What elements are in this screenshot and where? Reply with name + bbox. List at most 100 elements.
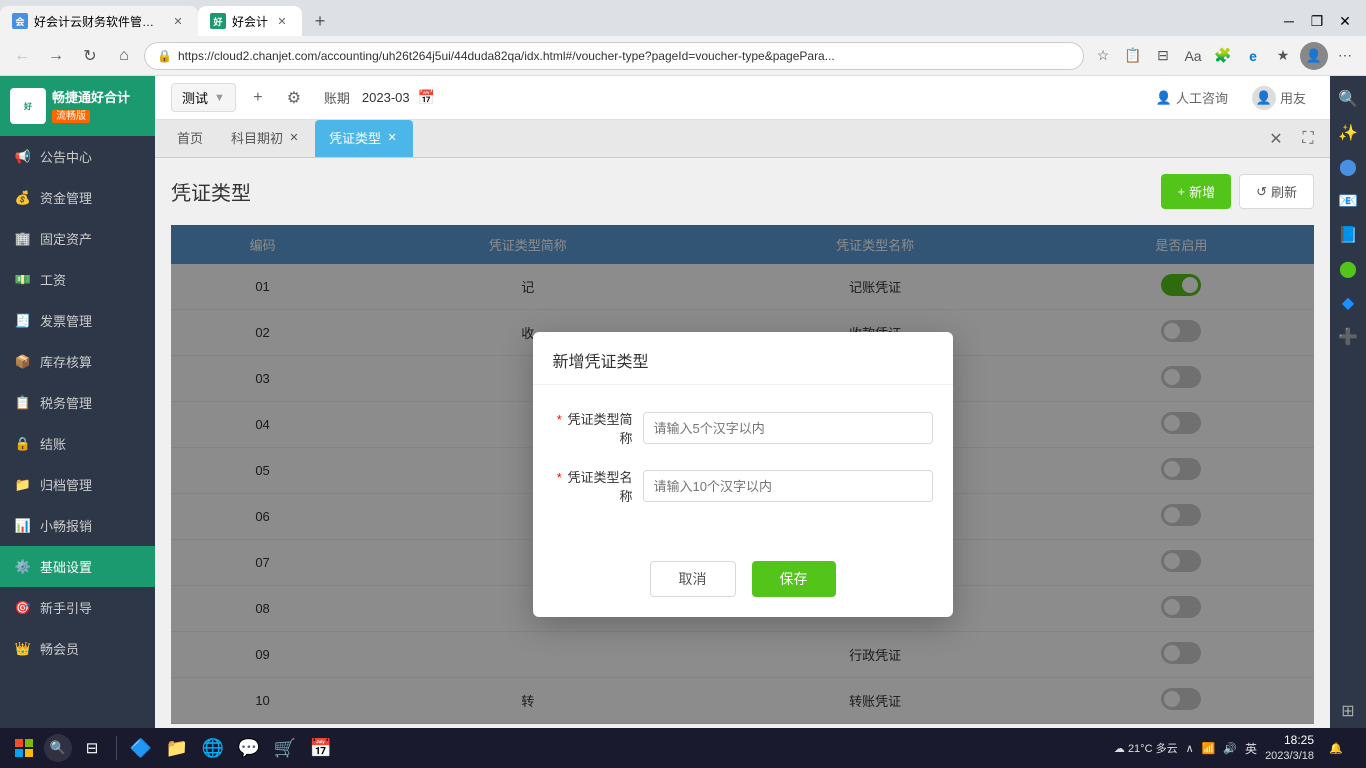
home-button[interactable]: ⌂ (110, 42, 138, 70)
sidebar-item-announcement[interactable]: 📢 公告中心 (0, 136, 155, 177)
sidebar-item-inventory[interactable]: 📦 库存核算 (0, 341, 155, 382)
fixed-assets-icon: 🏢 (14, 230, 32, 248)
tab-expand-button[interactable]: ⛶ (1294, 125, 1322, 153)
rp-green-button[interactable]: ⬤ (1333, 254, 1363, 284)
tab-minimize-button[interactable]: ✕ (1262, 125, 1290, 153)
sidebar-item-fixed-assets[interactable]: 🏢 固定资产 (0, 218, 155, 259)
start-button[interactable] (8, 732, 40, 764)
rp-circle-button[interactable]: ⬤ (1333, 152, 1363, 182)
support-button[interactable]: 👤 人工咨询 (1148, 84, 1236, 111)
name-form-row: * 凭证类型名称 (553, 467, 933, 505)
rp-diamond-button[interactable]: ◆ (1333, 288, 1363, 318)
closing-icon: 🔒 (14, 435, 32, 453)
restore-button[interactable]: ❐ (1304, 8, 1330, 34)
sidebar-item-archive[interactable]: 📁 归档管理 (0, 464, 155, 505)
new-voucher-type-button[interactable]: + 新增 (1161, 174, 1231, 209)
sidebar-item-member[interactable]: 👑 畅会员 (0, 628, 155, 669)
period-calendar-icon[interactable]: 📅 (418, 89, 435, 106)
taskbar-edge-button[interactable]: 🔷 (125, 732, 157, 764)
notification-button[interactable]: 🔔 (1322, 734, 1350, 762)
back-button[interactable]: ← (8, 42, 36, 70)
user-avatar: 👤 (1252, 86, 1276, 110)
sidebar-logo: 好 畅捷通好合计 流畅版 (0, 76, 155, 136)
modal-dialog: 新增凭证类型 * 凭证类型简称 (533, 332, 953, 617)
profile-button[interactable]: 👤 (1300, 42, 1328, 70)
browser-tab-1-close[interactable]: ✕ (170, 13, 186, 29)
rp-add-button[interactable]: ➕ (1333, 322, 1363, 352)
browser-tab-2-close[interactable]: ✕ (274, 13, 290, 29)
main-area: 测试 ▼ + ⚙ 账期 2023-03 📅 👤 人工咨询 👤 用友 首页 (155, 76, 1330, 768)
extension-icon[interactable]: 🧩 (1210, 43, 1236, 69)
refresh-button[interactable]: ↻ (76, 42, 104, 70)
tab-subjects-close[interactable]: ✕ (287, 131, 301, 145)
taskbar-store-button[interactable]: 🛒 (269, 732, 301, 764)
refresh-icon: ↺ (1256, 184, 1267, 200)
add-workspace-button[interactable]: + (244, 84, 272, 112)
content-tabs: 首页 科目期初 ✕ 凭证类型 ✕ ✕ ⛶ (155, 120, 1330, 158)
browser-tab-1[interactable]: 会 好会计云财务软件管理系统_会计 ✕ (0, 6, 198, 36)
browser-tab-2[interactable]: 好 好会计 ✕ (198, 6, 302, 36)
sidebar-item-fixed-assets-label: 固定资产 (40, 229, 92, 248)
favorites-icon[interactable]: ☆ (1090, 43, 1116, 69)
window-controls: ─ ❐ ✕ (1276, 8, 1366, 34)
sidebar-item-guide[interactable]: 🎯 新手引导 (0, 587, 155, 628)
taskbar-multiview-button[interactable]: ⊟ (76, 732, 108, 764)
abbr-input[interactable] (643, 412, 933, 444)
taskbar-search-button[interactable]: 🔍 (44, 734, 72, 762)
sidebar-item-tax-label: 税务管理 (40, 393, 92, 412)
tab-subjects[interactable]: 科目期初 ✕ (217, 120, 315, 157)
funds-icon: 💰 (14, 189, 32, 207)
rp-star-button[interactable]: ✨ (1333, 118, 1363, 148)
new-tab-button[interactable]: + (306, 7, 334, 35)
sidebar-item-closing[interactable]: 🔒 结账 (0, 423, 155, 464)
rp-book-button[interactable]: 📘 (1333, 220, 1363, 250)
tab-voucher-type-close[interactable]: ✕ (385, 131, 399, 145)
user-button[interactable]: 👤 用友 (1244, 82, 1314, 114)
rp-grid-button[interactable]: ⊞ (1333, 696, 1363, 726)
archive-icon: 📁 (14, 476, 32, 494)
taskbar-arrow-icon[interactable]: ∧ (1186, 742, 1194, 755)
name-input[interactable] (643, 470, 933, 502)
rp-email-button[interactable]: 📧 (1333, 186, 1363, 216)
more-menu-button[interactable]: ⋯ (1332, 43, 1358, 69)
browser-tab-1-title: 好会计云财务软件管理系统_会计 (34, 13, 164, 30)
cancel-button[interactable]: 取消 (650, 561, 736, 597)
name-label-text: 凭证类型名称 (567, 470, 632, 504)
reading-icon[interactable]: Aa (1180, 43, 1206, 69)
app-header: 测试 ▼ + ⚙ 账期 2023-03 📅 👤 人工咨询 👤 用友 (155, 76, 1330, 120)
save-button[interactable]: 保存 (752, 561, 836, 597)
refresh-button[interactable]: ↺ 刷新 (1239, 174, 1314, 209)
tab-home[interactable]: 首页 (163, 120, 217, 157)
settings-gear-button[interactable]: ⚙ (280, 84, 308, 112)
rp-search-button[interactable]: 🔍 (1333, 84, 1363, 114)
taskbar-time-display[interactable]: 18:25 2023/3/18 (1265, 732, 1314, 764)
tab-voucher-type[interactable]: 凭证类型 ✕ (315, 120, 413, 157)
workspace-selector[interactable]: 测试 ▼ (171, 83, 236, 112)
minimize-button[interactable]: ─ (1276, 8, 1302, 34)
browser-tab-2-title: 好会计 (232, 13, 268, 30)
forward-button[interactable]: → (42, 42, 70, 70)
sidebar-item-funds[interactable]: 💰 资金管理 (0, 177, 155, 218)
sidebar-item-settings-label: 基础设置 (40, 557, 92, 576)
abbr-form-row: * 凭证类型简称 (553, 409, 933, 447)
collections-icon[interactable]: 📋 (1120, 43, 1146, 69)
tab-favicon-2: 好 (210, 13, 226, 29)
taskbar-calendar-button[interactable]: 📅 (305, 732, 337, 764)
bookmark-icon[interactable]: ★ (1270, 43, 1296, 69)
split-screen-icon[interactable]: ⊟ (1150, 43, 1176, 69)
sidebar-item-settings[interactable]: ⚙️ 基础设置 (0, 546, 155, 587)
logo-badge: 流畅版 (52, 110, 90, 123)
sidebar-item-tax[interactable]: 📋 税务管理 (0, 382, 155, 423)
url-bar[interactable]: 🔒 https://cloud2.chanjet.com/accounting/… (144, 42, 1084, 70)
sidebar-item-payroll[interactable]: 💵 工资 (0, 259, 155, 300)
edge-icon[interactable]: e (1240, 43, 1266, 69)
close-button[interactable]: ✕ (1332, 8, 1358, 34)
taskbar-chrome-button[interactable]: 🌐 (197, 732, 229, 764)
taskbar-explorer-button[interactable]: 📁 (161, 732, 193, 764)
taskbar-wechat-button[interactable]: 💬 (233, 732, 265, 764)
sidebar-item-expense[interactable]: 📊 小畅报销 (0, 505, 155, 546)
address-bar: ← → ↻ ⌂ 🔒 https://cloud2.chanjet.com/acc… (0, 36, 1366, 76)
lock-icon: 🔒 (157, 49, 172, 63)
sidebar-item-invoice[interactable]: 🧾 发票管理 (0, 300, 155, 341)
inventory-icon: 📦 (14, 353, 32, 371)
